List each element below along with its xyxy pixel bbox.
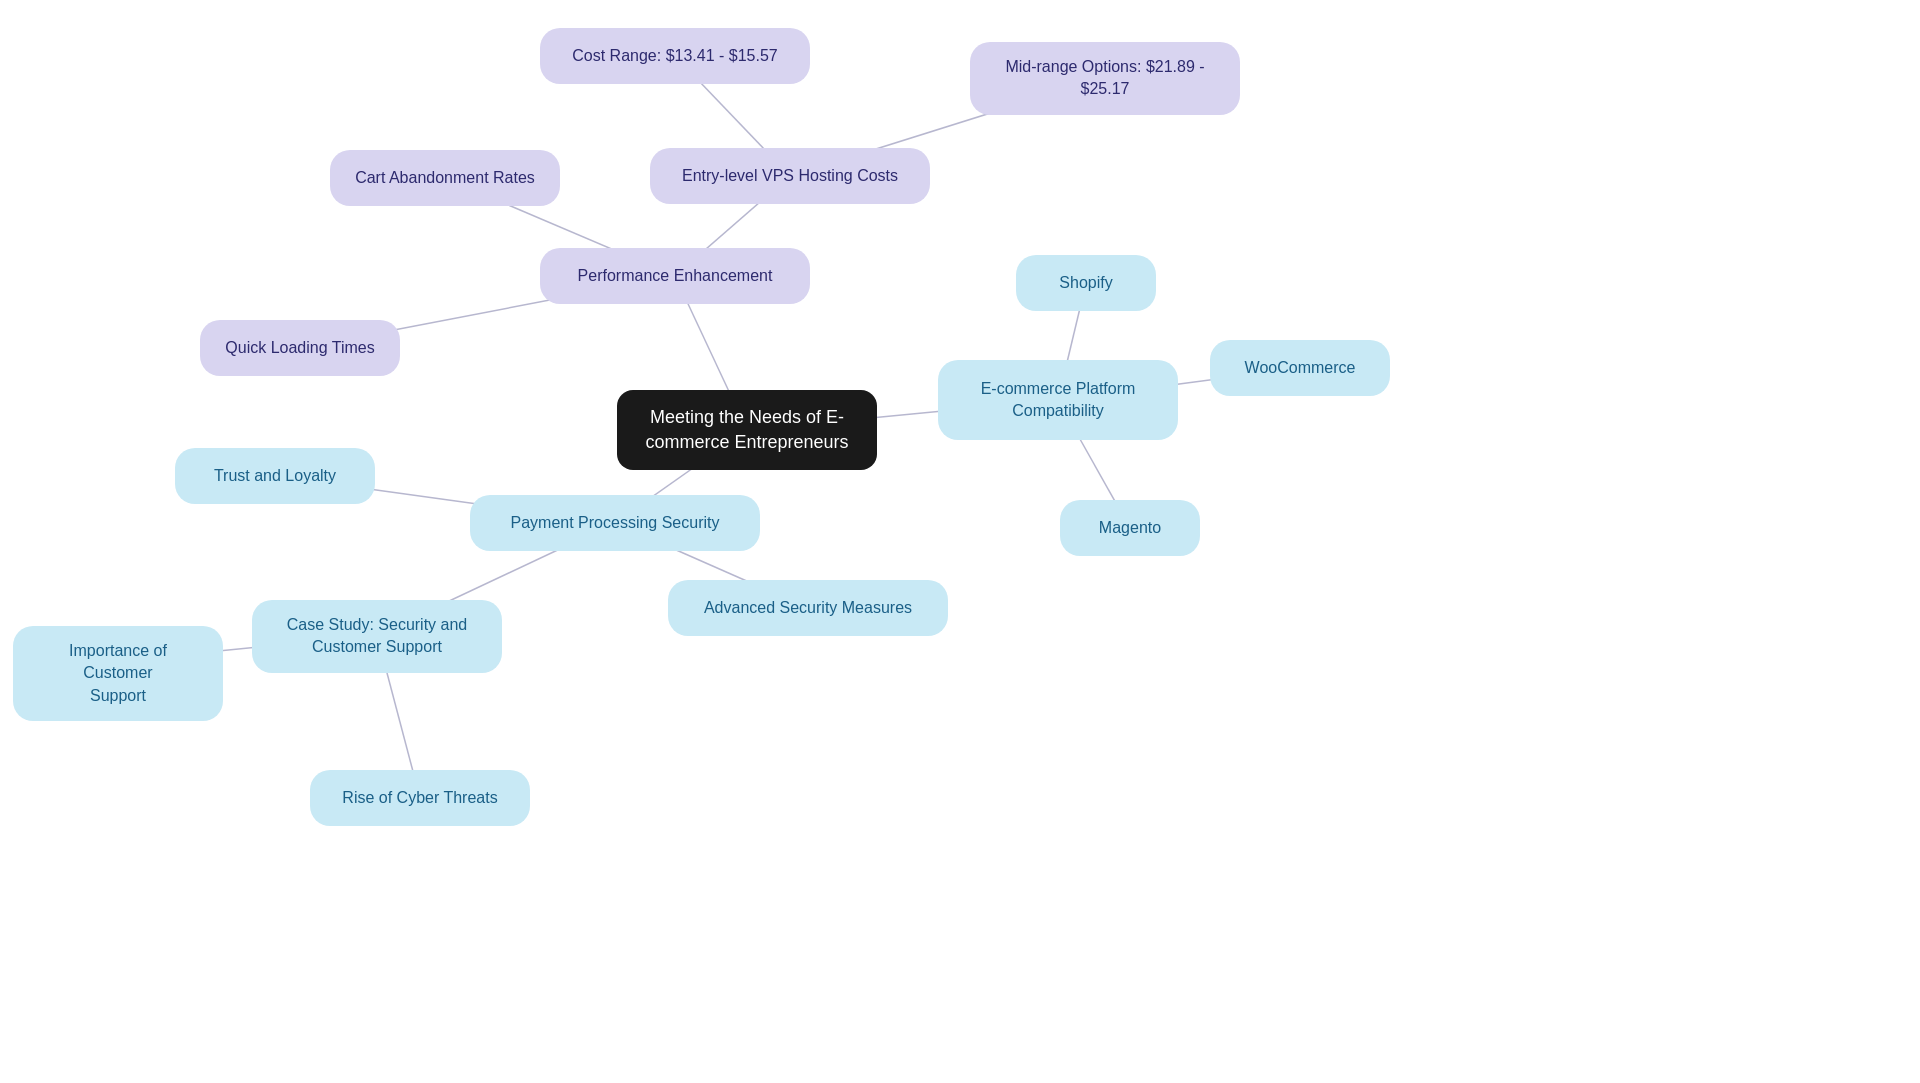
node-quick-loading[interactable]: Quick Loading Times (200, 320, 400, 376)
node-advanced[interactable]: Advanced Security Measures (668, 580, 948, 636)
node-mid-range[interactable]: Mid-range Options: $21.89 - $25.17 (970, 42, 1240, 115)
node-cost-range[interactable]: Cost Range: $13.41 - $15.57 (540, 28, 810, 84)
node-trust[interactable]: Trust and Loyalty (175, 448, 375, 504)
node-magento[interactable]: Magento (1060, 500, 1200, 556)
node-performance[interactable]: Performance Enhancement (540, 248, 810, 304)
connections-svg (0, 0, 1920, 1083)
node-cyber[interactable]: Rise of Cyber Threats (310, 770, 530, 826)
mindmap-container: Meeting the Needs of E-commerce Entrepre… (0, 0, 1920, 1083)
node-case-study[interactable]: Case Study: Security and Customer Suppor… (252, 600, 502, 673)
node-woocommerce[interactable]: WooCommerce (1210, 340, 1390, 396)
node-payment[interactable]: Payment Processing Security (470, 495, 760, 551)
node-shopify[interactable]: Shopify (1016, 255, 1156, 311)
center-node[interactable]: Meeting the Needs of E-commerce Entrepre… (617, 390, 877, 470)
node-entry-vps[interactable]: Entry-level VPS Hosting Costs (650, 148, 930, 204)
node-ecommerce-platform[interactable]: E-commerce Platform Compatibility (938, 360, 1178, 440)
node-cart[interactable]: Cart Abandonment Rates (330, 150, 560, 206)
node-importance[interactable]: Importance of Customer Support (13, 626, 223, 721)
